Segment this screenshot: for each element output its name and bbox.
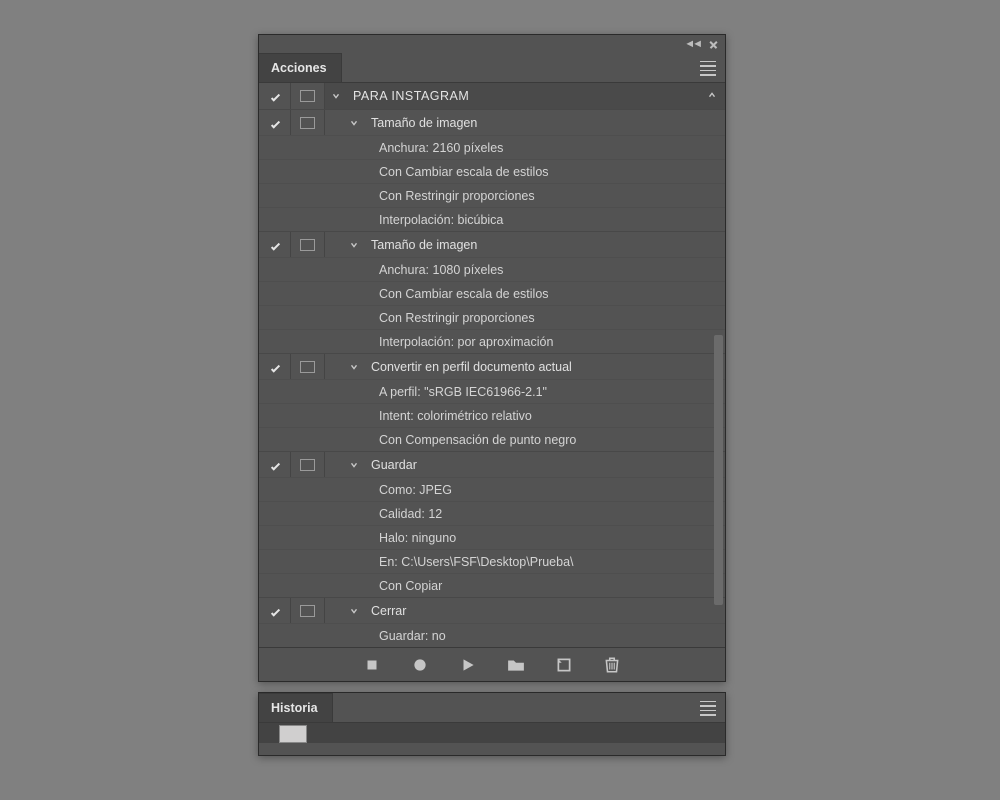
action-detail-row: Con Restringir proporciones [325, 183, 725, 207]
toggle-enabled-checkbox[interactable] [259, 598, 291, 623]
action-detail-row: Anchura: 1080 píxeles [325, 257, 725, 281]
action-detail-row: Halo: ninguno [325, 525, 725, 549]
toggle-dialog-checkbox[interactable] [291, 232, 325, 257]
action-detail-row: Interpolación: por aproximación [325, 329, 725, 353]
action-detail-row: Guardar: no [325, 623, 725, 647]
action-detail-row: Intent: colorimétrico relativo [325, 403, 725, 427]
tab-history-label: Historia [271, 701, 318, 715]
folder-icon[interactable] [507, 656, 525, 674]
action-detail-row: Con Compensación de punto negro [325, 427, 725, 451]
action-detail-row: Con Cambiar escala de estilos [325, 281, 725, 305]
panel-menu-icon[interactable] [697, 59, 719, 77]
play-icon[interactable] [459, 656, 477, 674]
toggle-dialog-checkbox[interactable] [291, 110, 325, 135]
toggle-enabled-checkbox[interactable] [259, 354, 291, 379]
toggle-dialog-checkbox[interactable] [291, 598, 325, 623]
action-step-label: Cerrar [365, 604, 406, 618]
toggle-enabled-checkbox[interactable] [259, 232, 291, 257]
panel-menu-icon[interactable] [697, 699, 719, 717]
chevron-down-icon[interactable] [343, 460, 365, 470]
panel-collapse-icon[interactable]: ◄◄ [684, 38, 704, 50]
actions-footer [259, 647, 725, 681]
history-panel: Historia [258, 692, 726, 756]
record-icon[interactable] [411, 656, 429, 674]
action-detail-row: Como: JPEG [325, 477, 725, 501]
action-step-row[interactable]: Convertir en perfil documento actual [325, 353, 725, 379]
panel-close-icon[interactable] [708, 39, 719, 50]
history-thumbnail[interactable] [279, 725, 307, 743]
toggle-dialog-checkbox[interactable] [291, 452, 325, 477]
stop-icon[interactable] [363, 656, 381, 674]
chevron-down-icon[interactable] [343, 240, 365, 250]
action-step-row[interactable]: Cerrar [325, 597, 725, 623]
action-detail-row: En: C:\Users\FSF\Desktop\Prueba\ [325, 549, 725, 573]
trash-icon[interactable] [603, 656, 621, 674]
chevron-down-icon[interactable] [343, 606, 365, 616]
action-step-row[interactable]: Tamaño de imagen [325, 109, 725, 135]
action-step-label: Convertir en perfil documento actual [365, 360, 572, 374]
action-step-label: Tamaño de imagen [365, 238, 477, 252]
action-detail-row: Anchura: 2160 píxeles [325, 135, 725, 159]
action-set-row[interactable]: PARA INSTAGRAM [325, 83, 725, 109]
toggle-enabled-checkbox[interactable] [259, 110, 291, 135]
new-action-icon[interactable] [555, 656, 573, 674]
action-step-label: Guardar [365, 458, 417, 472]
action-detail-row: Calidad: 12 [325, 501, 725, 525]
action-detail-row: Con Copiar [325, 573, 725, 597]
action-set-label: PARA INSTAGRAM [347, 89, 469, 103]
chevron-down-icon[interactable] [343, 362, 365, 372]
action-detail-row: Con Restringir proporciones [325, 305, 725, 329]
action-step-label: Tamaño de imagen [365, 116, 477, 130]
tab-history[interactable]: Historia [259, 693, 333, 722]
chevron-up-icon[interactable] [707, 89, 717, 103]
action-step-row[interactable]: Guardar [325, 451, 725, 477]
toggle-enabled-checkbox[interactable] [259, 83, 291, 109]
action-detail-row: A perfil: "sRGB IEC61966-2.1" [325, 379, 725, 403]
chevron-down-icon[interactable] [325, 91, 347, 101]
scrollbar-thumb[interactable] [714, 335, 723, 605]
tab-actions[interactable]: Acciones [259, 53, 342, 82]
toggle-dialog-checkbox[interactable] [291, 354, 325, 379]
tab-actions-label: Acciones [271, 61, 327, 75]
chevron-down-icon[interactable] [343, 118, 365, 128]
action-step-row[interactable]: Tamaño de imagen [325, 231, 725, 257]
actions-panel: ◄◄ Acciones PARA INSTAGRAM Tamaño de imag… [258, 34, 726, 682]
toggle-dialog-checkbox[interactable] [291, 83, 325, 109]
action-detail-row: Interpolación: bicúbica [325, 207, 725, 231]
toggle-enabled-checkbox[interactable] [259, 452, 291, 477]
action-detail-row: Con Cambiar escala de estilos [325, 159, 725, 183]
